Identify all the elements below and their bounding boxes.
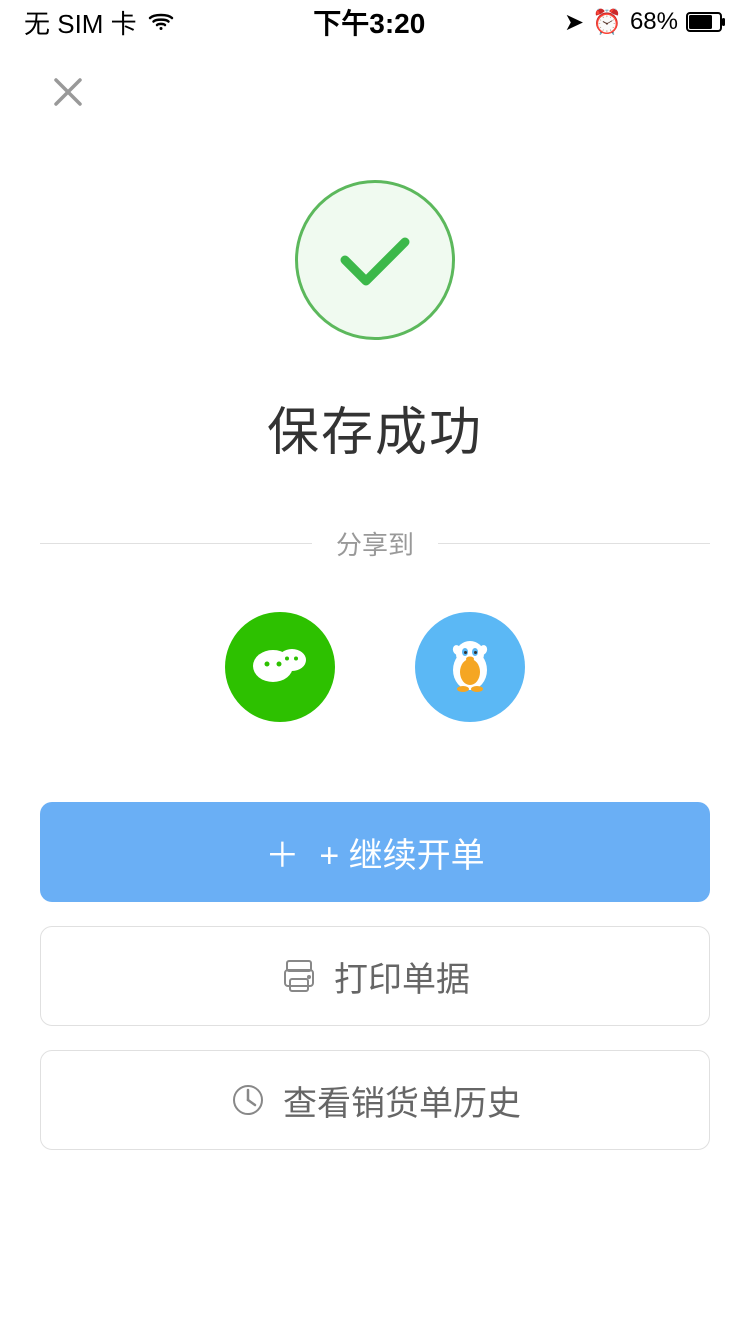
clock-icon — [229, 1081, 267, 1119]
close-icon — [50, 74, 86, 110]
checkmark-icon — [330, 215, 420, 305]
battery-icon — [686, 11, 726, 33]
close-btn-row — [40, 44, 710, 120]
status-bar-right: ➤ ⏰ 68% — [564, 8, 726, 37]
close-button[interactable] — [40, 64, 96, 120]
print-label: 打印单据 — [334, 952, 470, 1001]
status-bar-time: 下午3:20 — [313, 2, 425, 42]
wechat-icon — [247, 634, 313, 700]
continue-button[interactable]: ＋ + 继续开单 — [40, 802, 710, 902]
continue-label: + 继续开单 — [319, 828, 484, 877]
wechat-share-button[interactable] — [225, 612, 335, 722]
print-button[interactable]: 打印单据 — [40, 926, 710, 1026]
status-bar-left: 无 SIM 卡 — [24, 4, 175, 41]
share-icons-row — [225, 612, 525, 722]
status-bar: 无 SIM 卡 下午3:20 ➤ ⏰ 68% — [0, 0, 750, 44]
location-icon: ➤ — [564, 8, 584, 37]
printer-icon — [280, 957, 318, 995]
wifi-icon — [147, 12, 175, 32]
history-label: 查看销货单历史 — [283, 1076, 521, 1125]
alarm-icon: ⏰ — [592, 8, 622, 37]
success-title: 保存成功 — [267, 390, 483, 465]
battery-percent: 68% — [630, 8, 678, 36]
continue-plus-icon: ＋ — [265, 828, 299, 877]
main-content: 保存成功 分享到 — [0, 44, 750, 1334]
qq-share-button[interactable] — [415, 612, 525, 722]
no-sim-text: 无 SIM 卡 — [24, 4, 137, 41]
share-divider-row: 分享到 — [40, 525, 710, 562]
history-button[interactable]: 查看销货单历史 — [40, 1050, 710, 1150]
share-line-right — [438, 543, 710, 544]
share-line-left — [40, 543, 312, 544]
share-label: 分享到 — [336, 525, 414, 562]
action-buttons: ＋ + 继续开单 打印单据 查看销货单历史 — [40, 802, 710, 1150]
success-icon-container — [295, 180, 455, 340]
qq-icon — [437, 634, 503, 700]
